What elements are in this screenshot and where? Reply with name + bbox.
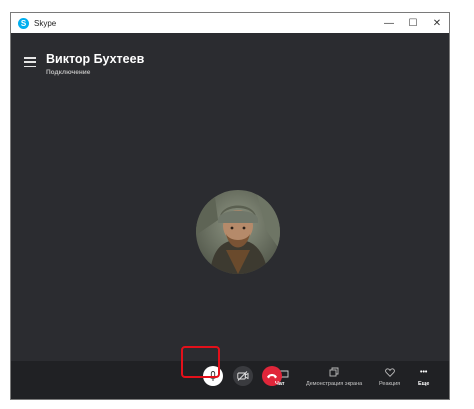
screen-share-button[interactable]: Демонстрация экрана [306, 367, 362, 387]
skype-window: S Skype — ☐ ✕ Виктор Бухтеев Подключение [10, 12, 450, 400]
reactions-button[interactable]: Реакция [379, 367, 400, 387]
more-button[interactable]: ••• Еще [418, 367, 430, 388]
screen-share-label: Демонстрация экрана [306, 381, 363, 387]
window-controls: — ☐ ✕ [377, 13, 449, 33]
more-label: Еще [418, 381, 430, 387]
chat-button[interactable]: Чат [275, 367, 285, 387]
close-button[interactable]: ✕ [425, 13, 449, 33]
video-toggle-button[interactable] [233, 366, 253, 386]
app-title: Skype [34, 18, 57, 28]
maximize-button[interactable]: ☐ [401, 13, 425, 33]
menu-icon[interactable] [24, 57, 36, 67]
reactions-label: Реакция [379, 381, 401, 387]
more-icon: ••• [420, 368, 428, 376]
skype-logo-icon: S [18, 17, 29, 29]
avatar-image [196, 190, 280, 274]
heart-icon [384, 367, 395, 377]
call-controls-bar: Чат Демонстрация экрана Реакция ••• Еще [11, 361, 449, 399]
minimize-button[interactable]: — [377, 13, 401, 33]
contact-name: Виктор Бухтеев [46, 52, 145, 66]
screen-share-icon [329, 367, 339, 377]
contact-avatar [196, 190, 280, 274]
chat-label: Чат [275, 381, 285, 387]
video-off-icon [237, 371, 249, 381]
title-bar: S Skype — ☐ ✕ [11, 13, 449, 34]
call-area: Виктор Бухтеев Подключение [11, 33, 449, 361]
microphone-highlight-frame [181, 346, 220, 378]
call-status: Подключение [46, 69, 91, 76]
